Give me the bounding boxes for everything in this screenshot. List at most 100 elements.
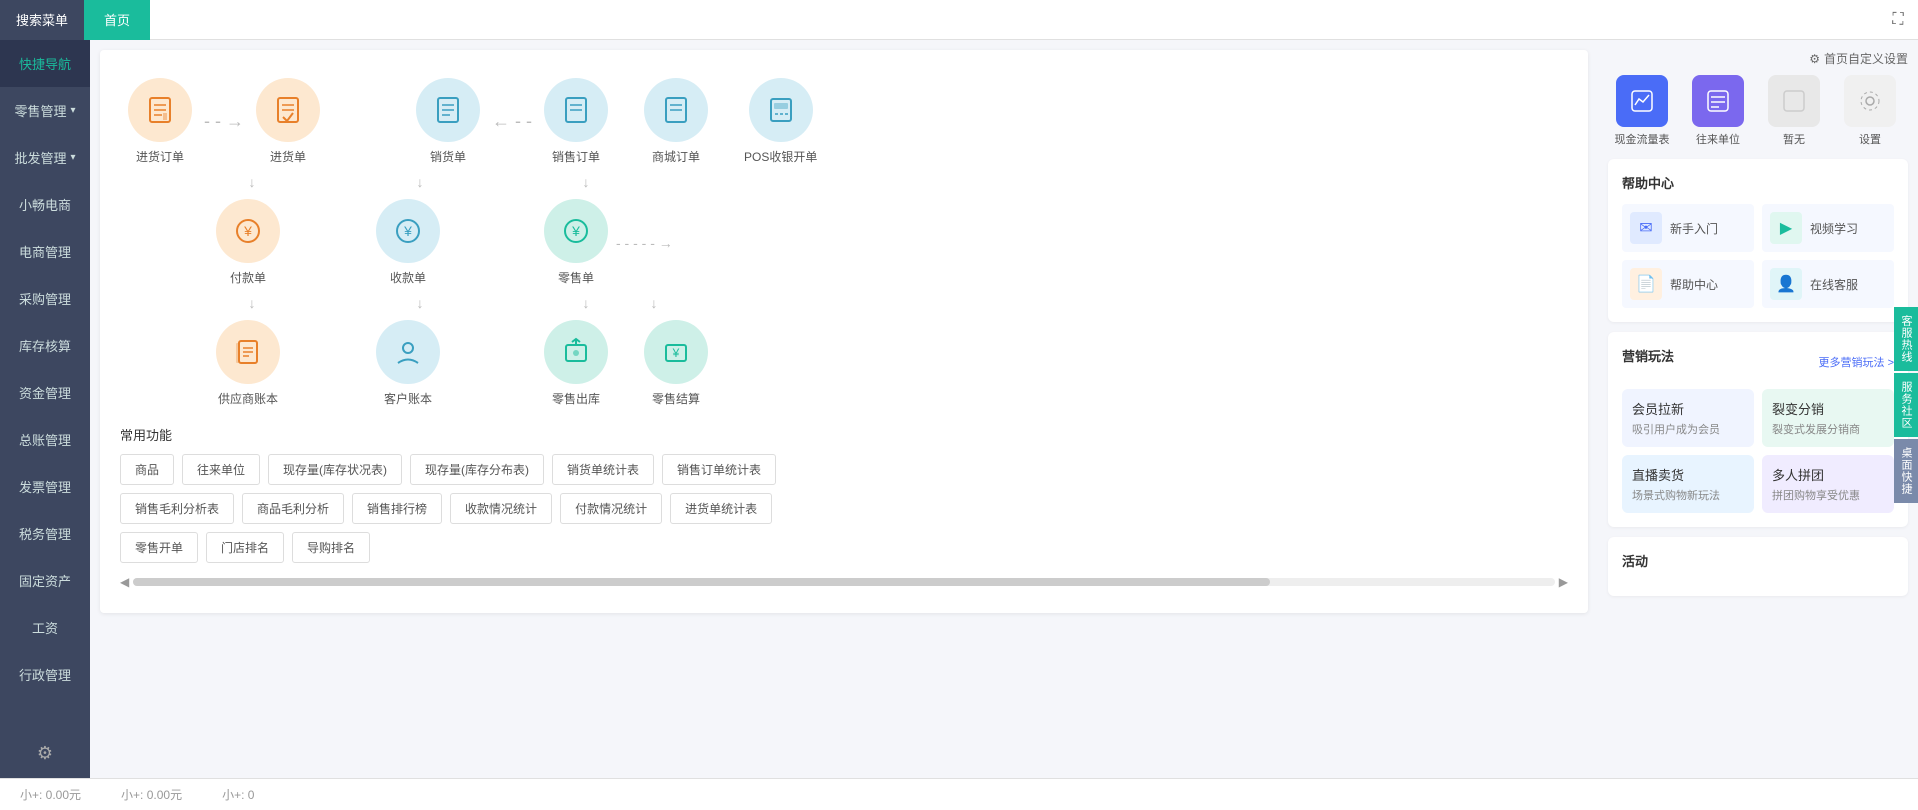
pos-icon [749, 78, 813, 142]
flow-item-payment[interactable]: ¥ 付款单 [208, 191, 288, 294]
sales-order-icon [544, 78, 608, 142]
func-btn-stock-dist[interactable]: 现存量(库存分布表) [410, 454, 544, 485]
supplier-account-label: 供应商账本 [218, 390, 278, 407]
flow-item-purchase-order[interactable]: 进货订单 [120, 70, 200, 173]
floating-buttons: 客服热线 服务社区 桌面快捷 [1894, 307, 1918, 503]
func-btn-payment-stats[interactable]: 付款情况统计 [560, 493, 662, 524]
sidebar-item-inventory[interactable]: 库存核算 [0, 322, 90, 369]
func-btn-goods[interactable]: 商品 [120, 454, 174, 485]
scroll-right-arrow[interactable]: ▶ [1559, 575, 1568, 589]
func-buttons-row2: 销售毛利分析表 商品毛利分析 销售排行榜 收款情况统计 付款情况统计 进货单统计… [120, 493, 1568, 524]
marketing-item-member[interactable]: 会员拉新 吸引用户成为会员 [1622, 389, 1754, 447]
retail-arrow-icon: ▾ [70, 105, 75, 116]
marketing-section: 营销玩法 更多营销玩法 > 会员拉新 吸引用户成为会员 裂变分销 裂变式发展分销… [1608, 332, 1908, 527]
sidebar-item-ecommerce-small[interactable]: 小畅电商 [0, 181, 90, 228]
func-btn-stock-status[interactable]: 现存量(库存状况表) [268, 454, 402, 485]
sidebar-item-assets[interactable]: 固定资产 [0, 557, 90, 604]
flow-item-sale[interactable]: 销货单 [408, 70, 488, 173]
help-item-customer[interactable]: 👤 在线客服 [1762, 260, 1894, 308]
sidebar-item-quicknav[interactable]: 快捷导航 [0, 40, 90, 87]
customize-setting-link[interactable]: ⚙ 首页自定义设置 [1608, 50, 1908, 67]
home-tab[interactable]: 首页 [84, 0, 150, 40]
more-marketing-link[interactable]: 更多营销玩法 > [1819, 354, 1894, 370]
func-btn-sale-rank[interactable]: 销售排行榜 [352, 493, 442, 524]
arrow-4-3: ← - - [488, 111, 536, 132]
scroll-left-arrow[interactable]: ◀ [120, 575, 129, 589]
quick-icon-contacts[interactable]: 往来单位 [1684, 75, 1752, 147]
scroll-thumb [133, 578, 1270, 586]
float-btn-community[interactable]: 服务社区 [1894, 373, 1918, 437]
func-btn-store-rank[interactable]: 门店排名 [206, 532, 284, 563]
fission-desc: 裂变式发展分销商 [1772, 421, 1884, 437]
flow-item-supplier-account[interactable]: 供应商账本 [208, 312, 288, 415]
help-label-text: 帮助中心 [1670, 276, 1718, 293]
func-btn-sale-profit[interactable]: 销售毛利分析表 [120, 493, 234, 524]
flow-item-purchase[interactable]: 进货单 [248, 70, 328, 173]
marketing-item-groupbuy[interactable]: 多人拼团 拼团购物享受优惠 [1762, 455, 1894, 513]
sidebar-settings-button[interactable]: ⚙ [0, 729, 90, 778]
sales-order-label: 销售订单 [552, 148, 600, 165]
marketing-item-fission[interactable]: 裂变分销 裂变式发展分销商 [1762, 389, 1894, 447]
receipt-label: 收款单 [390, 269, 426, 286]
sidebar-item-wholesale[interactable]: 批发管理 ▾ [0, 134, 90, 181]
sidebar-item-admin[interactable]: 行政管理 [0, 651, 90, 698]
sidebar-item-finance[interactable]: 资金管理 [0, 369, 90, 416]
main-panel: 进货订单 - - → 进货单 [90, 40, 1598, 778]
retail-out-icon [544, 320, 608, 384]
func-btn-guide-rank[interactable]: 导购排名 [292, 532, 370, 563]
quick-icon-settings[interactable]: 设置 [1836, 75, 1904, 147]
activity-section: 活动 [1608, 537, 1908, 596]
help-item-beginner[interactable]: ✉ 新手入门 [1622, 204, 1754, 252]
video-label: 视频学习 [1810, 220, 1858, 237]
flow-item-retail-out[interactable]: 零售出库 [536, 312, 616, 415]
settings-label: 设置 [1859, 131, 1881, 147]
float-btn-desktop[interactable]: 桌面快捷 [1894, 439, 1918, 503]
marketing-item-live[interactable]: 直播卖货 场景式购物新玩法 [1622, 455, 1754, 513]
sidebar-item-tax[interactable]: 税务管理 [0, 510, 90, 557]
sidebar-item-retail[interactable]: 零售管理 ▾ [0, 87, 90, 134]
top-bar: 搜索菜单 首页 ⛶ [0, 0, 1918, 40]
func-btn-retail-order[interactable]: 零售开单 [120, 532, 198, 563]
wholesale-arrow-icon: ▾ [70, 152, 75, 163]
flow-item-sales-order[interactable]: 销售订单 [536, 70, 616, 173]
flow-item-retail[interactable]: ¥ 零售单 [536, 191, 616, 294]
marketing-grid: 会员拉新 吸引用户成为会员 裂变分销 裂变式发展分销商 直播卖货 场景式购物新玩… [1622, 389, 1894, 513]
flow-item-retail-settle[interactable]: ¥ 零售结算 [636, 312, 716, 415]
supplier-account-icon [216, 320, 280, 384]
quick-icon-cashflow[interactable]: 现金流量表 [1608, 75, 1676, 147]
flow-diagram: 进货订单 - - → 进货单 [120, 70, 1568, 415]
fullscreen-button[interactable]: ⛶ [1886, 8, 1910, 32]
beginner-label: 新手入门 [1670, 220, 1718, 237]
sidebar-item-ecommerce-mgmt[interactable]: 电商管理 [0, 228, 90, 275]
sidebar-item-purchase[interactable]: 采购管理 [0, 275, 90, 322]
func-btn-purchase-stats[interactable]: 进货单统计表 [670, 493, 772, 524]
bottom-stat-2: 小+: 0.00元 [121, 786, 182, 803]
down-arrow-sale: ↓ [376, 173, 464, 191]
live-desc: 场景式购物新玩法 [1632, 487, 1744, 503]
func-btn-sale-stats[interactable]: 销货单统计表 [552, 454, 654, 485]
func-btn-contacts[interactable]: 往来单位 [182, 454, 260, 485]
help-item-video[interactable]: ▶ 视频学习 [1762, 204, 1894, 252]
flow-item-pos[interactable]: POS收银开单 [736, 70, 825, 173]
func-btn-order-stats[interactable]: 销售订单统计表 [662, 454, 776, 485]
sidebar-item-invoice[interactable]: 发票管理 [0, 463, 90, 510]
float-btn-service[interactable]: 客服热线 [1894, 307, 1918, 371]
search-menu-button[interactable]: 搜索菜单 [0, 0, 84, 40]
flow-item-receipt[interactable]: ¥ 收款单 [368, 191, 448, 294]
quick-icons: 现金流量表 往来单位 暂无 [1608, 75, 1908, 147]
sidebar-item-ledger[interactable]: 总账管理 [0, 416, 90, 463]
help-item-help[interactable]: 📄 帮助中心 [1622, 260, 1754, 308]
sale-icon [416, 78, 480, 142]
flow-col-retail-settle: ¥ 零售结算 [636, 312, 716, 415]
flow-item-mall-order[interactable]: 商城订单 [636, 70, 716, 173]
func-buttons-row3: 零售开单 门店排名 导购排名 [120, 532, 1568, 563]
quick-icon-none[interactable]: 暂无 [1760, 75, 1828, 147]
scroll-track[interactable] [133, 578, 1555, 586]
svg-text:¥: ¥ [571, 223, 580, 239]
func-btn-receipt-stats[interactable]: 收款情况统计 [450, 493, 552, 524]
bottom-bar: 小+: 0.00元 小+: 0.00元 小+: 0 [0, 778, 1918, 810]
flow-row-3: 供应商账本 客户账本 [120, 312, 1568, 415]
flow-item-customer-account[interactable]: 客户账本 [368, 312, 448, 415]
sidebar-item-salary[interactable]: 工资 [0, 604, 90, 651]
func-btn-goods-profit[interactable]: 商品毛利分析 [242, 493, 344, 524]
